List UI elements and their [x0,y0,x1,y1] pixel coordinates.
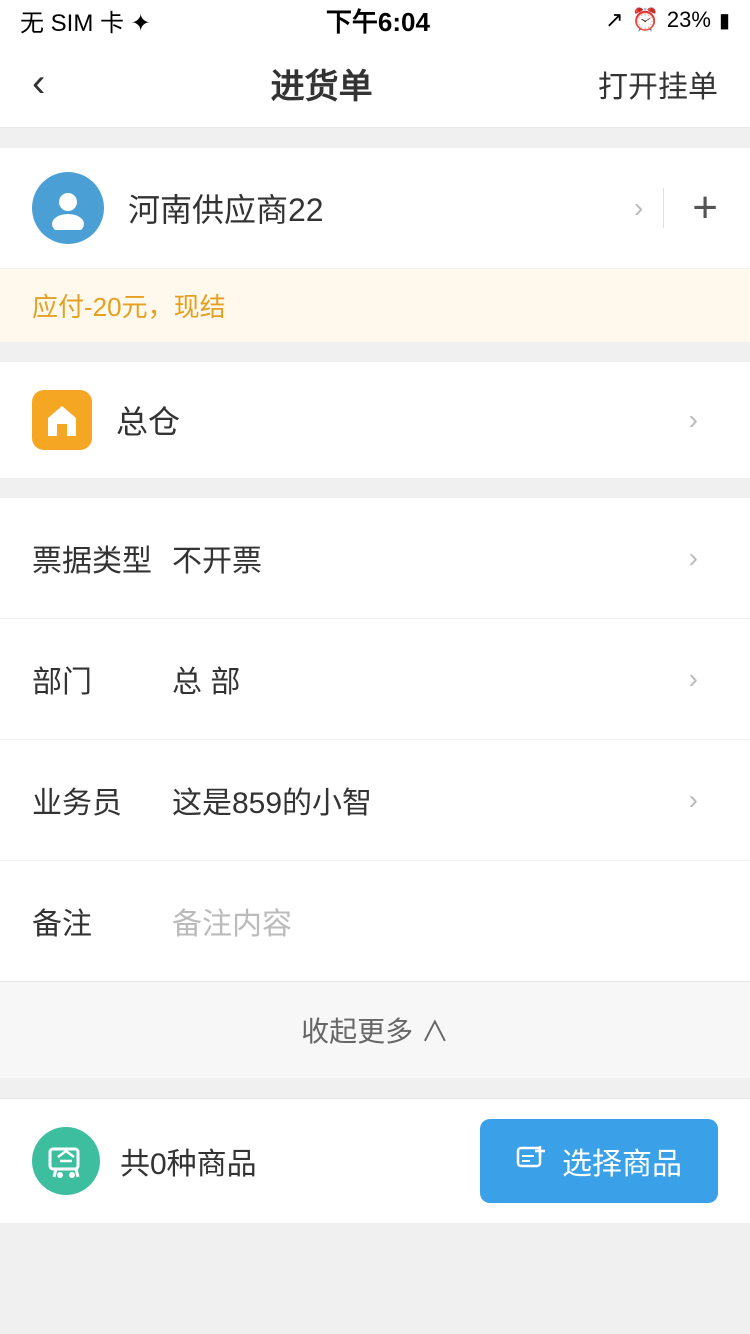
battery-icon: ▮ [719,8,730,33]
salesperson-value: 这是859的小智 [172,778,689,822]
select-product-icon [516,1144,550,1178]
section-gap-2 [0,342,750,362]
page-title: 进货单 [271,59,373,108]
status-bar: 无 SIM 卡 ✦ 下午6:04 ↗ ⏰ 23% ▮ [0,0,750,40]
warehouse-chevron-icon: › [689,404,698,436]
status-left: 无 SIM 卡 ✦ [20,3,151,38]
product-bar: 共0种商品 选择商品 [0,1098,750,1223]
supplier-row[interactable]: 河南供应商22 › + [0,148,750,269]
warehouse-icon [32,390,92,450]
salesperson-chevron-icon: › [689,784,698,816]
department-row[interactable]: 部门 总 部 › [0,618,750,739]
department-chevron-icon: › [689,663,698,695]
vertical-divider [663,188,664,228]
salesperson-label: 业务员 [32,778,172,822]
remark-input[interactable]: 备注内容 [172,899,718,943]
page-body: 河南供应商22 › + 应付-20元，现结 总仓 › 票据类型 不开票 › [0,128,750,1334]
alarm-icon: ⏰ [632,7,659,33]
department-label: 部门 [32,657,172,701]
cart-icon [46,1141,86,1181]
house-icon [44,402,80,438]
supplier-card: 河南供应商22 › + 应付-20元，现结 [0,148,750,342]
supplier-avatar [32,172,104,244]
status-time: 下午6:04 [326,2,430,39]
notice-banner: 应付-20元，现结 [0,269,750,342]
section-gap-3 [0,478,750,498]
collapse-row[interactable]: 收起更多 ∧ [0,981,750,1078]
remark-row[interactable]: 备注 备注内容 [0,860,750,981]
remark-label: 备注 [32,899,172,943]
user-icon [46,186,90,230]
supplier-name: 河南供应商22 [128,185,634,231]
salesperson-row[interactable]: 业务员 这是859的小智 › [0,739,750,860]
invoice-type-row[interactable]: 票据类型 不开票 › [0,498,750,618]
invoice-type-value: 不开票 [172,536,689,580]
select-product-label: 选择商品 [562,1139,682,1183]
battery-text: 23% [667,7,711,33]
open-pending-button[interactable]: 打开挂单 [598,62,718,106]
add-supplier-button[interactable]: + [692,186,718,230]
product-icon [32,1127,100,1195]
section-gap-1 [0,128,750,148]
warehouse-card: 总仓 › [0,362,750,478]
location-icon: ↗ [605,7,623,33]
sim-signal-text: 无 SIM 卡 ✦ [20,3,151,38]
status-right: ↗ ⏰ 23% ▮ [605,7,730,33]
invoice-type-chevron-icon: › [689,542,698,574]
department-value: 总 部 [172,657,689,701]
select-product-button[interactable]: 选择商品 [480,1119,718,1203]
nav-bar: ‹ 进货单 打开挂单 [0,40,750,128]
supplier-chevron-icon: › [634,192,643,224]
product-count: 共0种商品 [120,1139,480,1183]
invoice-type-label: 票据类型 [32,536,172,580]
form-card: 票据类型 不开票 › 部门 总 部 › 业务员 这是859的小智 › 备注 备注… [0,498,750,1078]
warehouse-row[interactable]: 总仓 › [0,362,750,478]
back-button[interactable]: ‹ [32,61,45,106]
warehouse-name: 总仓 [116,397,689,443]
collapse-label: 收起更多 ∧ [301,1010,449,1050]
